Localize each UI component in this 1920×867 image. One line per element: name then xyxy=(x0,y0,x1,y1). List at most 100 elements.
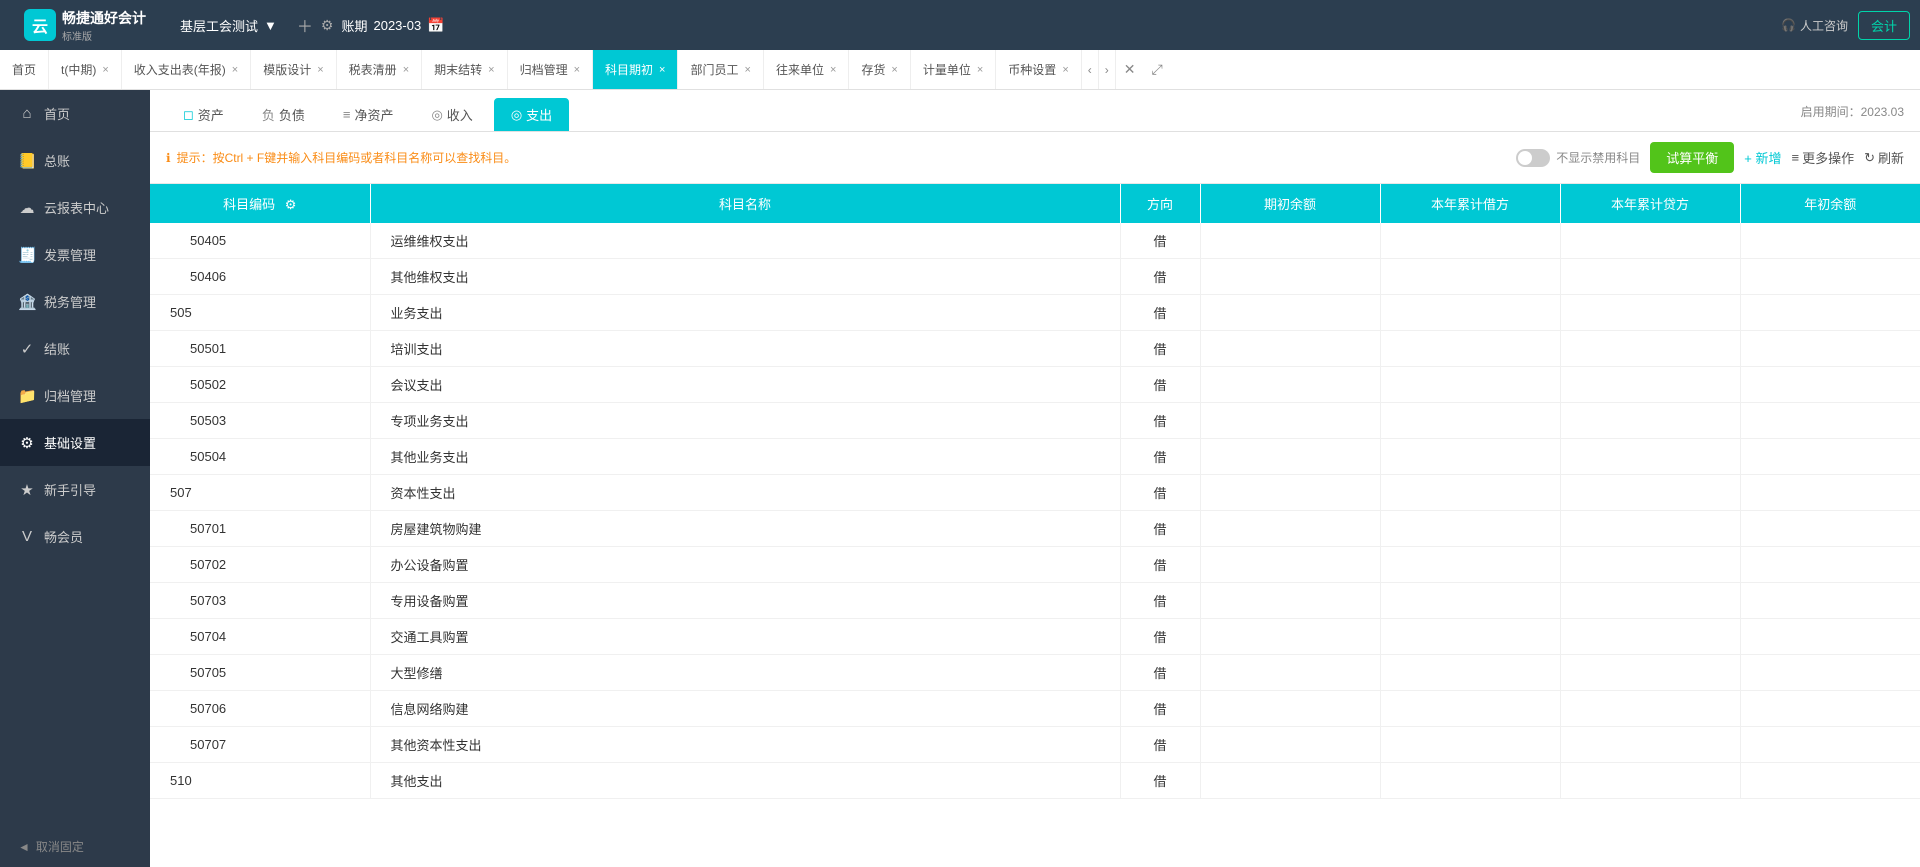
tab-archive-close[interactable]: × xyxy=(574,64,580,76)
dropdown-icon: ▼ xyxy=(264,18,277,33)
toggle-control[interactable] xyxy=(1516,149,1550,167)
tab-period-end-close[interactable]: × xyxy=(488,64,494,76)
tab-partner-close[interactable]: × xyxy=(830,64,836,76)
tab-inventory-close[interactable]: × xyxy=(891,64,897,76)
table-row[interactable]: 50502会议支出借 xyxy=(150,367,1920,403)
tab-period-end[interactable]: 期末结转 × xyxy=(422,50,507,89)
tab-unit-close[interactable]: × xyxy=(977,64,983,76)
cell-code: 507 xyxy=(150,475,370,511)
table-row[interactable]: 50705大型修缮借 xyxy=(150,655,1920,691)
close-all-tabs-button[interactable]: ✕ xyxy=(1116,50,1144,89)
table-row[interactable]: 50706信息网络购建借 xyxy=(150,691,1920,727)
consult-button[interactable]: 🎧 人工咨询 xyxy=(1781,17,1848,34)
period-label: 账期 xyxy=(341,16,367,35)
tab-template-close[interactable]: × xyxy=(317,64,323,76)
col-settings-icon[interactable]: ⚙ xyxy=(285,197,297,213)
table-row[interactable]: 50405运维维权支出借 xyxy=(150,223,1920,259)
tab-next-button[interactable]: › xyxy=(1099,50,1116,89)
sidebar-item-member[interactable]: V 畅会员 xyxy=(0,513,150,560)
accountant-button[interactable]: 会计 xyxy=(1858,11,1910,40)
table-row[interactable]: 50707其他资本性支出借 xyxy=(150,727,1920,763)
tab-currency[interactable]: 币种设置 × xyxy=(996,50,1081,89)
tab-tax[interactable]: 税表清册 × xyxy=(337,50,422,89)
cell-code: 50504 xyxy=(150,439,370,475)
more-button[interactable]: ≡ 更多操作 xyxy=(1791,148,1854,167)
tab-midterm[interactable]: t(中期) × xyxy=(49,50,122,89)
table-row[interactable]: 50406其他维权支出借 xyxy=(150,259,1920,295)
cell-opening-balance xyxy=(1200,727,1380,763)
cat-tab-expense[interactable]: ◎ 支出 xyxy=(494,98,569,131)
table-row[interactable]: 50704交通工具购置借 xyxy=(150,619,1920,655)
company-selector[interactable]: 基层工会测试 ▼ xyxy=(180,16,277,35)
toolbar-right: 不显示禁用科目 试算平衡 + 新增 ≡ 更多操作 ↻ 刷新 xyxy=(1516,142,1904,173)
cell-name: 信息网络购建 xyxy=(370,691,1120,727)
cell-ytd-credit xyxy=(1560,331,1740,367)
table-row[interactable]: 50702办公设备购置借 xyxy=(150,547,1920,583)
sidebar-item-guide[interactable]: ★ 新手引导 xyxy=(0,466,150,513)
tab-inventory-label: 存货 xyxy=(861,61,885,78)
home-icon: ⌂ xyxy=(18,105,36,122)
table-row[interactable]: 505业务支出借 xyxy=(150,295,1920,331)
tab-archive[interactable]: 归档管理 × xyxy=(508,50,593,89)
refresh-button[interactable]: ↻ 刷新 xyxy=(1864,148,1904,167)
tab-inventory[interactable]: 存货 × xyxy=(849,50,910,89)
tab-subject-init[interactable]: 科目期初 × xyxy=(593,50,678,89)
tab-annual-close[interactable]: × xyxy=(232,64,238,76)
add-tab-button[interactable]: ＋ xyxy=(297,13,313,37)
table-row[interactable]: 510其他支出借 xyxy=(150,763,1920,799)
sidebar-item-ledger[interactable]: 📒 总账 xyxy=(0,137,150,184)
sidebar-item-archive[interactable]: 📁 归档管理 xyxy=(0,372,150,419)
sidebar-tax-label: 税务管理 xyxy=(44,292,96,311)
table-row[interactable]: 50503专项业务支出借 xyxy=(150,403,1920,439)
cat-tab-income[interactable]: ◎ 收入 xyxy=(414,98,489,131)
cell-year-opening xyxy=(1740,223,1920,259)
cell-ytd-credit xyxy=(1560,583,1740,619)
sidebar-invoice-label: 发票管理 xyxy=(44,245,96,264)
tab-midterm-close[interactable]: × xyxy=(102,64,108,76)
tab-partner[interactable]: 往来单位 × xyxy=(764,50,849,89)
more-icon: ≡ xyxy=(1791,150,1799,165)
table-row[interactable]: 50701房屋建筑物购建借 xyxy=(150,511,1920,547)
gear-icon: ⚙ xyxy=(18,434,36,452)
table-row[interactable]: 50504其他业务支出借 xyxy=(150,439,1920,475)
tab-annual[interactable]: 收入支出表(年报) × xyxy=(122,50,251,89)
toggle-switch[interactable]: 不显示禁用科目 xyxy=(1516,149,1640,167)
tab-dept-close[interactable]: × xyxy=(745,64,751,76)
table-row[interactable]: 50501培训支出借 xyxy=(150,331,1920,367)
sidebar-item-home[interactable]: ⌂ 首页 xyxy=(0,90,150,137)
table-row[interactable]: 50703专用设备购置借 xyxy=(150,583,1920,619)
cell-dir: 借 xyxy=(1120,511,1200,547)
cell-code: 50703 xyxy=(150,583,370,619)
table-row[interactable]: 507资本性支出借 xyxy=(150,475,1920,511)
sidebar-item-close[interactable]: ✓ 结账 xyxy=(0,325,150,372)
sidebar-collapse-button[interactable]: ◄ 取消固定 xyxy=(0,826,150,867)
cell-name: 其他资本性支出 xyxy=(370,727,1120,763)
tab-unit[interactable]: 计量单位 × xyxy=(911,50,996,89)
tab-dept[interactable]: 部门员工 × xyxy=(678,50,763,89)
settings-button[interactable]: ⚙ xyxy=(321,17,334,34)
add-button[interactable]: + 新增 xyxy=(1744,148,1781,167)
tab-home[interactable]: 首页 xyxy=(0,50,49,89)
sidebar-item-invoice[interactable]: 🧾 发票管理 xyxy=(0,231,150,278)
cat-tab-liability[interactable]: 负 负债 xyxy=(245,98,322,131)
cell-dir: 借 xyxy=(1120,619,1200,655)
tab-currency-close[interactable]: × xyxy=(1062,64,1068,76)
tab-prev-button[interactable]: ‹ xyxy=(1082,50,1099,89)
tab-tax-close[interactable]: × xyxy=(403,64,409,76)
sidebar-item-reports[interactable]: ☁ 云报表中心 xyxy=(0,184,150,231)
cell-year-opening xyxy=(1740,619,1920,655)
cat-tab-asset[interactable]: ◻ 资产 xyxy=(166,98,241,131)
tab-template[interactable]: 模版设计 × xyxy=(251,50,336,89)
calc-balance-button[interactable]: 试算平衡 xyxy=(1650,142,1734,173)
asset-icon: ◻ xyxy=(183,107,194,123)
cat-tab-net-asset[interactable]: ≡ 净资产 xyxy=(326,98,411,131)
sidebar-item-settings[interactable]: ⚙ 基础设置 xyxy=(0,419,150,466)
info-icon: ℹ xyxy=(166,151,171,165)
calendar-icon[interactable]: 📅 xyxy=(427,17,444,34)
tab-subject-init-close[interactable]: × xyxy=(659,64,665,76)
cell-code: 50406 xyxy=(150,259,370,295)
sidebar-item-tax[interactable]: 🏦 税务管理 xyxy=(0,278,150,325)
expand-button[interactable]: ⤢ xyxy=(1143,50,1170,89)
cell-ytd-debit xyxy=(1380,295,1560,331)
cat-asset-label: 资产 xyxy=(198,105,224,124)
